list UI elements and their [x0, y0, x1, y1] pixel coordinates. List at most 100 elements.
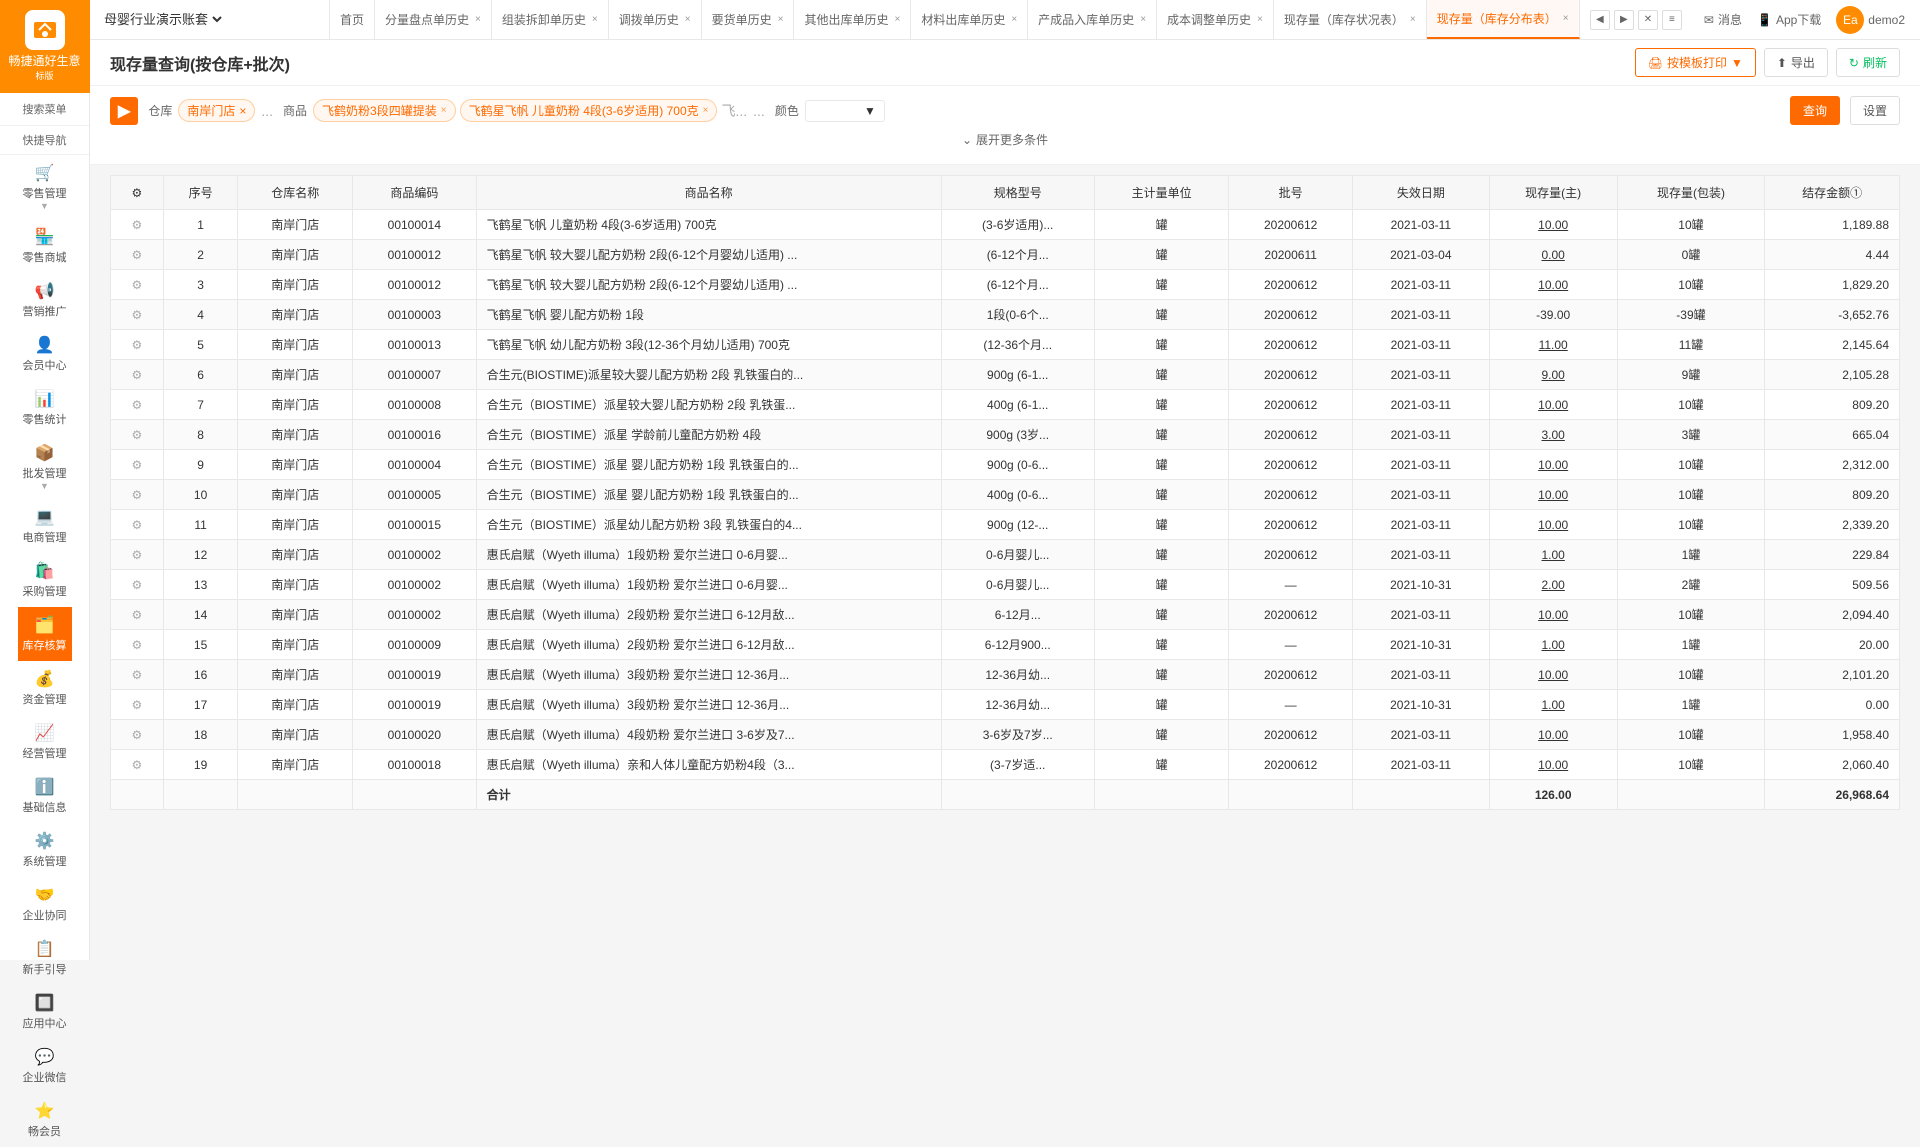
warehouse-tag-close[interactable]: ×	[239, 104, 246, 118]
row-qty-main[interactable]: 10.00	[1489, 720, 1617, 750]
tab-disassemble[interactable]: 组装拆卸单历史×	[492, 0, 609, 39]
tab-split[interactable]: 分量盘点单历史×	[375, 0, 492, 39]
sidebar-item-finance[interactable]: 💰 资金管理	[18, 661, 72, 715]
tab-more-btn[interactable]: ≡	[1662, 10, 1682, 30]
sidebar-item-marketing[interactable]: 📢 营销推广	[18, 273, 72, 327]
row-qty-main[interactable]: 10.00	[1489, 600, 1617, 630]
messages-btn[interactable]: ✉ 消息	[1704, 11, 1742, 28]
refresh-btn[interactable]: ↻ 刷新	[1836, 48, 1900, 77]
sidebar-item-system[interactable]: ⚙️ 系统管理	[18, 823, 72, 877]
row-qty-main[interactable]: 10.00	[1489, 270, 1617, 300]
sidebar-item-basic[interactable]: ℹ️ 基础信息	[18, 769, 72, 823]
goods-extra[interactable]: 飞...	[721, 101, 747, 121]
user-profile[interactable]: Ea demo2	[1836, 6, 1905, 34]
tab-inventory_dist[interactable]: 现存量（库存分布表）×	[1427, 0, 1580, 39]
sidebar-item-shop[interactable]: 🏪 零售商城	[18, 219, 72, 273]
row-settings[interactable]: ⚙	[111, 660, 164, 690]
tab-close-disassemble[interactable]: ×	[592, 14, 598, 25]
tab-close-split[interactable]: ×	[475, 14, 481, 25]
row-qty-main[interactable]: 10.00	[1489, 390, 1617, 420]
row-qty-main[interactable]: 10.00	[1489, 750, 1617, 780]
expand-more-conditions[interactable]: ⌄ 展开更多条件	[110, 125, 1900, 154]
col-header-settings[interactable]: ⚙	[111, 176, 164, 210]
tab-close-cost_adjust[interactable]: ×	[1257, 14, 1263, 25]
sidebar-item-ecommerce[interactable]: 💻 电商管理	[18, 499, 72, 553]
row-settings[interactable]: ⚙	[111, 510, 164, 540]
tab-other_out[interactable]: 其他出库单历史×	[794, 0, 911, 39]
row-settings[interactable]: ⚙	[111, 750, 164, 780]
tab-home[interactable]: 首页	[330, 0, 375, 39]
row-qty-main[interactable]: 1.00	[1489, 630, 1617, 660]
row-settings[interactable]: ⚙	[111, 240, 164, 270]
row-qty-main[interactable]: 9.00	[1489, 360, 1617, 390]
sidebar-item-member[interactable]: 👤 会员中心	[18, 327, 72, 381]
row-settings[interactable]: ⚙	[111, 300, 164, 330]
tab-close-other_out[interactable]: ×	[894, 14, 900, 25]
tab-request[interactable]: 要货单历史×	[702, 0, 795, 39]
sidebar-item-retail[interactable]: 🛒 零售管理 ▼	[18, 155, 72, 219]
sidebar-item-wechat[interactable]: 💬 企业微信	[18, 1039, 72, 1093]
color-filter-input[interactable]: ▼	[805, 100, 885, 122]
tab-close-inventory_status[interactable]: ×	[1410, 14, 1416, 25]
settings-btn[interactable]: 设置	[1850, 96, 1900, 125]
row-settings[interactable]: ⚙	[111, 330, 164, 360]
goods-tag-close-0[interactable]: ×	[441, 105, 447, 116]
row-settings[interactable]: ⚙	[111, 420, 164, 450]
row-qty-main[interactable]: 10.00	[1489, 450, 1617, 480]
tab-close-product_in[interactable]: ×	[1140, 14, 1146, 25]
row-settings[interactable]: ⚙	[111, 450, 164, 480]
row-qty-main[interactable]: 10.00	[1489, 660, 1617, 690]
tab-next-btn[interactable]: ▶	[1614, 10, 1634, 30]
tenant-select[interactable]: 母婴行业演示账套	[100, 11, 225, 28]
app-download-btn[interactable]: 📱 App下载	[1757, 11, 1821, 28]
row-qty-main[interactable]: 10.00	[1489, 510, 1617, 540]
row-settings[interactable]: ⚙	[111, 270, 164, 300]
tab-cost_adjust[interactable]: 成本调整单历史×	[1157, 0, 1274, 39]
row-qty-main[interactable]: 10.00	[1489, 210, 1617, 240]
row-qty-main[interactable]: -39.00	[1489, 300, 1617, 330]
tab-close-btn[interactable]: ✕	[1638, 10, 1658, 30]
sidebar-item-guide[interactable]: 📋 新手引导	[18, 931, 72, 985]
warehouse-filter-dots[interactable]: ...	[261, 103, 273, 119]
filter-expand-btn[interactable]: ▶	[110, 97, 138, 125]
sidebar-item-vip[interactable]: ⭐ 畅会员	[18, 1093, 72, 1147]
sidebar-item-stats[interactable]: 📊 零售统计	[18, 381, 72, 435]
print-btn[interactable]: 🖨 按模板打印 ▼	[1635, 48, 1756, 77]
row-settings[interactable]: ⚙	[111, 630, 164, 660]
row-qty-main[interactable]: 3.00	[1489, 420, 1617, 450]
sidebar-item-inventory[interactable]: 🗂️ 库存核算	[18, 607, 72, 661]
tab-close-material_out[interactable]: ×	[1011, 14, 1017, 25]
row-settings[interactable]: ⚙	[111, 570, 164, 600]
tab-close-inventory_dist[interactable]: ×	[1563, 13, 1569, 24]
sidebar-quicknav-item[interactable]: 快捷导航	[0, 126, 89, 155]
goods-tag-close-1[interactable]: ×	[703, 105, 709, 116]
tenant-selector[interactable]: 母婴行业演示账套	[90, 0, 330, 39]
goods-filter-dots[interactable]: ...	[753, 103, 765, 119]
sidebar-item-appstore[interactable]: 🔲 应用中心	[18, 985, 72, 1039]
sidebar-item-enterprise[interactable]: 🤝 企业协同	[18, 877, 72, 931]
sidebar-item-operation[interactable]: 📈 经营管理	[18, 715, 72, 769]
export-btn[interactable]: ⬆ 导出	[1764, 48, 1828, 77]
row-settings[interactable]: ⚙	[111, 600, 164, 630]
sidebar-item-purchase[interactable]: 🛍️ 采购管理	[18, 553, 72, 607]
tab-close-request[interactable]: ×	[778, 14, 784, 25]
tab-search[interactable]: 调拨单历史×	[609, 0, 702, 39]
tab-close-search[interactable]: ×	[685, 14, 691, 25]
row-qty-main[interactable]: 0.00	[1489, 240, 1617, 270]
row-settings[interactable]: ⚙	[111, 360, 164, 390]
row-settings[interactable]: ⚙	[111, 690, 164, 720]
row-settings[interactable]: ⚙	[111, 210, 164, 240]
query-btn[interactable]: 查询	[1790, 96, 1840, 125]
row-qty-main[interactable]: 11.00	[1489, 330, 1617, 360]
sidebar-search-item[interactable]: 搜索菜单	[0, 93, 89, 126]
row-qty-main[interactable]: 1.00	[1489, 690, 1617, 720]
row-qty-main[interactable]: 2.00	[1489, 570, 1617, 600]
tab-material_out[interactable]: 材料出库单历史×	[911, 0, 1028, 39]
row-qty-main[interactable]: 10.00	[1489, 480, 1617, 510]
row-settings[interactable]: ⚙	[111, 390, 164, 420]
row-settings[interactable]: ⚙	[111, 720, 164, 750]
row-qty-main[interactable]: 1.00	[1489, 540, 1617, 570]
tab-prev-btn[interactable]: ◀	[1590, 10, 1610, 30]
sidebar-item-wholesale[interactable]: 📦 批发管理 ▼	[18, 435, 72, 499]
tab-inventory_status[interactable]: 现存量（库存状况表）×	[1274, 0, 1427, 39]
